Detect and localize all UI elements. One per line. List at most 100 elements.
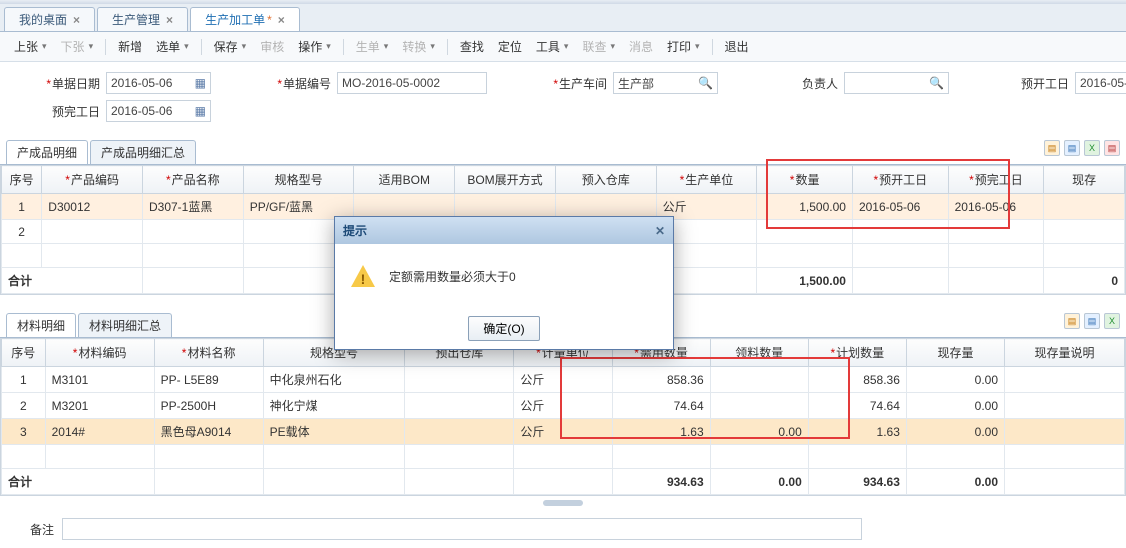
tab-desktop[interactable]: 我的桌面 ×: [4, 7, 95, 31]
locate-button[interactable]: 定位: [492, 35, 528, 58]
plan-end-input[interactable]: 2016-05-06▦: [106, 100, 211, 122]
table-row[interactable]: 32014#黑色母A9014 PE载体公斤 1.630.00 1.630.00: [2, 419, 1125, 445]
total-row: 合计 934.630.00 934.630.00: [2, 469, 1125, 495]
remarks-row: 备注: [0, 510, 1126, 548]
chevron-down-icon: ▾: [42, 41, 47, 52]
exit-button[interactable]: 退出: [719, 35, 755, 58]
chevron-down-icon: ▾: [89, 41, 94, 52]
find-button[interactable]: 查找: [454, 35, 490, 58]
col-stock-desc[interactable]: 现存量说明: [1005, 339, 1125, 367]
col-code[interactable]: *产品编码: [42, 166, 143, 194]
tab-production-mgmt[interactable]: 生产管理 ×: [97, 7, 188, 31]
tab-label: 生产管理: [112, 11, 160, 28]
col-in-wh[interactable]: 预入仓库: [555, 166, 656, 194]
col-name[interactable]: *产品名称: [142, 166, 243, 194]
dirty-marker: *: [267, 13, 272, 27]
remarks-input[interactable]: [62, 518, 862, 540]
select-button[interactable]: 选单▾: [150, 35, 195, 58]
tab-finished-summary[interactable]: 产成品明细汇总: [90, 140, 196, 164]
tab-label: 我的桌面: [19, 11, 67, 28]
grid-action-icon[interactable]: ▤: [1084, 313, 1100, 329]
close-icon[interactable]: ×: [166, 13, 173, 27]
chevron-down-icon: ▾: [326, 41, 331, 52]
close-icon[interactable]: ×: [73, 13, 80, 27]
tab-material-summary[interactable]: 材料明细汇总: [78, 313, 172, 337]
materials-grid[interactable]: 序号 *材料编码 *材料名称 规格型号 预出仓库 *计量单位 *需用数量 领料数…: [0, 338, 1126, 496]
bill-no-label: *单据编号: [261, 75, 331, 92]
alert-dialog: 提示 ✕ ! 定额需用数量必须大于0 确定(O): [334, 216, 674, 350]
plan-start-input[interactable]: 2016-05-06▦: [1075, 72, 1126, 94]
message-button[interactable]: 消息: [623, 35, 659, 58]
dialog-title: 提示: [343, 222, 367, 239]
grid-action-icon[interactable]: ▤: [1064, 140, 1080, 156]
plan-start-label: 预开工日: [999, 75, 1069, 92]
workshop-input[interactable]: 生产部🔍: [613, 72, 718, 94]
bill-date-input[interactable]: 2016-05-06▦: [106, 72, 211, 94]
chevron-down-icon: ▾: [430, 41, 435, 52]
person-input[interactable]: 🔍: [844, 72, 949, 94]
chevron-down-icon: ▾: [564, 41, 569, 52]
bill-no-input[interactable]: MO-2016-05-0002: [337, 72, 487, 94]
save-button[interactable]: 保存▾: [208, 35, 253, 58]
col-qty-iss[interactable]: 领料数量: [710, 339, 808, 367]
print-button[interactable]: 打印▾: [661, 35, 706, 58]
col-qty-plan[interactable]: *计划数量: [808, 339, 906, 367]
main-tabs: 我的桌面 × 生产管理 × 生产加工单* ×: [0, 4, 1126, 32]
generate-button[interactable]: 生单▾: [350, 35, 395, 58]
grid-action-icon[interactable]: ▤: [1064, 313, 1080, 329]
workshop-label: *生产车间: [537, 75, 607, 92]
chevron-down-icon: ▾: [242, 41, 247, 52]
search-icon[interactable]: 🔍: [698, 76, 713, 90]
tool-button[interactable]: 工具▾: [530, 35, 575, 58]
convert-button[interactable]: 转换▾: [396, 35, 441, 58]
next-button[interactable]: 下张▾: [55, 35, 100, 58]
col-bom[interactable]: 适用BOM: [354, 166, 455, 194]
chevron-down-icon: ▾: [384, 41, 389, 52]
tab-material-detail[interactable]: 材料明细: [6, 313, 76, 337]
tab-label: 生产加工单: [205, 11, 265, 28]
audit-button[interactable]: 审核: [254, 35, 290, 58]
col-code[interactable]: *材料编码: [45, 339, 154, 367]
col-seq[interactable]: 序号: [2, 339, 46, 367]
col-name[interactable]: *材料名称: [154, 339, 263, 367]
calendar-icon[interactable]: ▦: [195, 104, 206, 118]
export-excel-icon[interactable]: X: [1104, 313, 1120, 329]
export-excel-icon[interactable]: X: [1084, 140, 1100, 156]
chevron-down-icon: ▾: [695, 41, 700, 52]
chevron-down-icon: ▾: [184, 41, 189, 52]
linked-button[interactable]: 联查▾: [576, 35, 621, 58]
operate-button[interactable]: 操作▾: [292, 35, 337, 58]
col-stock[interactable]: 现存: [1044, 166, 1125, 194]
warning-icon: !: [349, 262, 377, 290]
tab-production-order[interactable]: 生产加工单* ×: [190, 7, 300, 31]
close-icon[interactable]: ×: [278, 13, 285, 27]
ok-button[interactable]: 确定(O): [468, 316, 539, 341]
new-button[interactable]: 新增: [112, 35, 148, 58]
tab-finished-detail[interactable]: 产成品明细: [6, 140, 88, 164]
col-unit[interactable]: *生产单位: [656, 166, 757, 194]
person-label: 负责人: [768, 75, 838, 92]
col-stock[interactable]: 现存量: [906, 339, 1004, 367]
remarks-label: 备注: [30, 521, 54, 538]
col-seq[interactable]: 序号: [2, 166, 42, 194]
close-icon[interactable]: ✕: [655, 224, 665, 238]
splitter[interactable]: [0, 496, 1126, 510]
table-row[interactable]: [2, 445, 1125, 469]
dialog-message: 定额需用数量必须大于0: [389, 268, 516, 285]
calendar-icon[interactable]: ▦: [195, 76, 206, 90]
plan-end-label: 预完工日: [30, 103, 100, 120]
toolbar: 上张▾ 下张▾ 新增 选单▾ 保存▾ 审核 操作▾ 生单▾ 转换▾ 查找 定位 …: [0, 32, 1126, 62]
col-spec[interactable]: 规格型号: [243, 166, 354, 194]
chevron-down-icon: ▾: [610, 41, 615, 52]
grid-action-icon[interactable]: ▤: [1104, 140, 1120, 156]
bill-date-label: *单据日期: [30, 75, 100, 92]
prev-button[interactable]: 上张▾: [8, 35, 53, 58]
col-qty[interactable]: *数量: [757, 166, 853, 194]
col-expand[interactable]: BOM展开方式: [455, 166, 556, 194]
table-row[interactable]: 1M3101PP- L5E89 中化泉州石化公斤 858.36 858.360.…: [2, 367, 1125, 393]
col-end[interactable]: *预完工日: [948, 166, 1044, 194]
table-row[interactable]: 2M3201PP-2500H 神化宁煤公斤 74.64 74.640.00: [2, 393, 1125, 419]
grid-action-icon[interactable]: ▤: [1044, 140, 1060, 156]
col-start[interactable]: *预开工日: [852, 166, 948, 194]
search-icon[interactable]: 🔍: [929, 76, 944, 90]
